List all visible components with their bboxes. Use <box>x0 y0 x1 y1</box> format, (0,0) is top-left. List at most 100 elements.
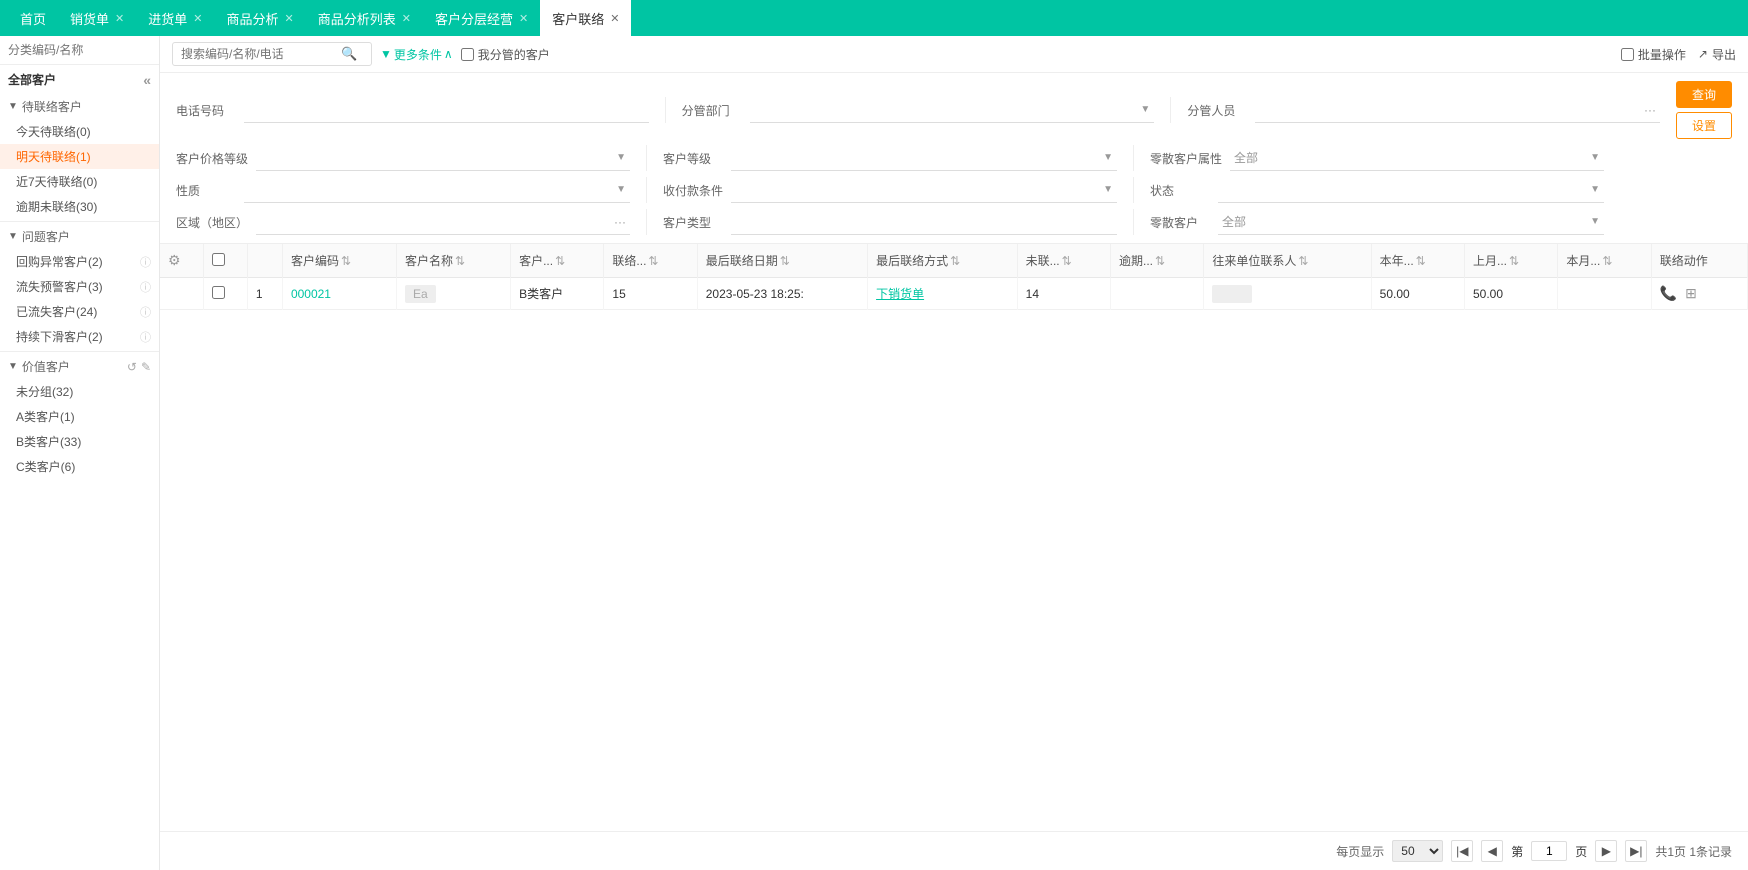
th-contact-person[interactable]: 往来单位联系人⇅ <box>1204 244 1371 278</box>
th-overdue[interactable]: 逾期...⇅ <box>1110 244 1203 278</box>
td-code[interactable]: 000021 <box>282 278 396 310</box>
sidebar-b-class[interactable]: B类客户(33) <box>0 429 159 454</box>
td-type: B类客户 <box>511 278 604 310</box>
sidebar-repurchase-abnormal[interactable]: 回购异常客户(2) ⓘ <box>0 249 159 274</box>
nav-analysis[interactable]: 商品分析 ✕ <box>214 0 305 36</box>
sidebar-declining[interactable]: 持续下滑客户(2) ⓘ <box>0 324 159 349</box>
person-dots[interactable]: ··· <box>1644 103 1656 117</box>
prev-page-btn[interactable]: ◀ <box>1481 840 1503 862</box>
price-level-select[interactable]: ▼ <box>256 145 630 171</box>
main-layout: 🔍 全部客户 « ▼ 待联络客户 今天待联络(0) 明天待联络(1) 近7天待联… <box>0 36 1748 870</box>
td-checkbox[interactable] <box>203 278 247 310</box>
th-last-method[interactable]: 最后联络方式⇅ <box>868 244 1018 278</box>
th-contact[interactable]: 联络...⇅ <box>604 244 697 278</box>
nav-home[interactable]: 首页 <box>8 0 58 36</box>
nature-select[interactable]: ▼ <box>244 177 630 203</box>
sort-icon-10: ⇅ <box>1416 254 1426 268</box>
phone-input[interactable] <box>244 97 649 123</box>
action-phone-icon[interactable]: 📞 <box>1660 285 1677 302</box>
first-page-btn[interactable]: |◀ <box>1451 840 1473 862</box>
row-checkbox[interactable] <box>212 286 225 299</box>
status-select[interactable]: ▼ <box>1218 177 1604 203</box>
sort-icon-11: ⇅ <box>1509 254 1519 268</box>
close-customer-tier-icon[interactable]: ✕ <box>519 12 528 25</box>
th-code[interactable]: 客户编码⇅ <box>282 244 396 278</box>
close-analysis-icon[interactable]: ✕ <box>285 12 294 25</box>
region-label: 区域（地区） <box>176 214 248 231</box>
toolbar-search-input[interactable] <box>181 47 341 61</box>
sort-icon-2: ⇅ <box>455 254 465 268</box>
nav-customer-tier[interactable]: 客户分层经营 ✕ <box>423 0 540 36</box>
dept-select[interactable]: ▼ <box>750 97 1155 123</box>
sidebar-tomorrow-contact[interactable]: 明天待联络(1) <box>0 144 159 169</box>
filter-arrow-icon: ∧ <box>444 47 453 61</box>
settings-button[interactable]: 设置 <box>1676 112 1732 139</box>
select-all-checkbox[interactable] <box>212 253 225 266</box>
payment-dropdown-icon: ▼ <box>1103 184 1113 195</box>
sidebar-group-pending[interactable]: ▼ 待联络客户 <box>0 94 159 119</box>
sidebar-churn-warning[interactable]: 流失预警客户(3) ⓘ <box>0 274 159 299</box>
gear-icon[interactable]: ⚙ <box>168 252 181 268</box>
query-button[interactable]: 查询 <box>1676 81 1732 108</box>
last-page-btn[interactable]: ▶| <box>1625 840 1647 862</box>
customer-type-select[interactable] <box>731 209 1117 235</box>
retail-attr-select[interactable]: 全部 ▼ <box>1230 145 1604 171</box>
batch-op-btn[interactable]: 批量操作 <box>1621 46 1686 63</box>
toolbar-search-icon[interactable]: 🔍 <box>341 46 357 62</box>
th-type[interactable]: 客户...⇅ <box>511 244 604 278</box>
close-purchase-icon[interactable]: ✕ <box>193 12 202 25</box>
region-dots[interactable]: ··· <box>614 215 626 229</box>
sidebar-search-bar[interactable]: 🔍 <box>0 36 159 65</box>
th-this-month[interactable]: 本月...⇅ <box>1558 244 1651 278</box>
th-last-month[interactable]: 上月...⇅ <box>1465 244 1558 278</box>
page-number-input[interactable] <box>1531 841 1567 861</box>
sidebar-ungrouped[interactable]: 未分组(32) <box>0 379 159 404</box>
td-this-year: 50.00 <box>1371 278 1464 310</box>
th-uncontact[interactable]: 未联...⇅ <box>1017 244 1110 278</box>
sidebar-c-class[interactable]: C类客户(6) <box>0 454 159 479</box>
sidebar-today-contact[interactable]: 今天待联络(0) <box>0 119 159 144</box>
info-icon: ⓘ <box>140 254 151 270</box>
action-grid-icon[interactable]: ⊞ <box>1685 285 1697 302</box>
toolbar-search-box[interactable]: 🔍 <box>172 42 372 66</box>
table-header-row: ⚙ 客户编码⇅ 客户名称⇅ 客户...⇅ <box>160 244 1748 278</box>
sidebar-collapse-icon[interactable]: « <box>143 72 151 88</box>
batch-checkbox[interactable] <box>1621 48 1634 61</box>
retail-customer-select[interactable]: 全部 ▼ <box>1218 209 1604 235</box>
payment-select[interactable]: ▼ <box>731 177 1117 203</box>
export-btn[interactable]: ↗ 导出 <box>1698 46 1736 63</box>
sidebar-7day-contact[interactable]: 近7天待联络(0) <box>0 169 159 194</box>
last-method-link[interactable]: 下销货单 <box>876 287 924 301</box>
grade-select[interactable]: ▼ <box>731 145 1117 171</box>
more-filters-btn[interactable]: ▼ 更多条件 ∧ <box>380 46 453 63</box>
refresh-icon[interactable]: ↺ <box>127 360 137 374</box>
td-last-method[interactable]: 下销货单 <box>868 278 1018 310</box>
nav-analysis-list[interactable]: 商品分析列表 ✕ <box>306 0 423 36</box>
sidebar-churned[interactable]: 已流失客户(24) ⓘ <box>0 299 159 324</box>
top-nav: 首页 销货单 ✕ 进货单 ✕ 商品分析 ✕ 商品分析列表 ✕ 客户分层经营 ✕ … <box>0 0 1748 36</box>
sidebar-overdue-contact[interactable]: 逾期未联络(30) <box>0 194 159 219</box>
sidebar-group-problem[interactable]: ▼ 问题客户 <box>0 224 159 249</box>
nav-purchase[interactable]: 进货单 ✕ <box>136 0 214 36</box>
page-size-select[interactable]: 50 100 <box>1392 840 1443 862</box>
sidebar-group-value[interactable]: ▼ 价值客户 ↺ ✎ <box>0 354 159 379</box>
th-this-year[interactable]: 本年...⇅ <box>1371 244 1464 278</box>
td-name: Ea <box>397 278 511 310</box>
edit-icon[interactable]: ✎ <box>141 360 151 374</box>
close-analysis-list-icon[interactable]: ✕ <box>402 12 411 25</box>
filter-icon: ▼ <box>380 47 392 61</box>
th-last-date[interactable]: 最后联络日期⇅ <box>697 244 867 278</box>
sidebar-all-customers[interactable]: 全部客户 « <box>0 65 159 94</box>
close-sales-icon[interactable]: ✕ <box>115 12 124 25</box>
my-customers-checkbox[interactable] <box>461 48 474 61</box>
nav-sales[interactable]: 销货单 ✕ <box>58 0 136 36</box>
close-customer-contact-icon[interactable]: ✕ <box>610 12 619 25</box>
my-customers-filter[interactable]: 我分管的客户 <box>461 46 550 63</box>
nav-customer-contact[interactable]: 客户联络 ✕ <box>540 0 631 36</box>
sort-icon-5: ⇅ <box>780 254 790 268</box>
next-page-btn[interactable]: ▶ <box>1595 840 1617 862</box>
th-name[interactable]: 客户名称⇅ <box>397 244 511 278</box>
sidebar-a-class[interactable]: A类客户(1) <box>0 404 159 429</box>
sidebar-search-input[interactable] <box>8 43 160 57</box>
sort-icon-9: ⇅ <box>1298 254 1308 268</box>
